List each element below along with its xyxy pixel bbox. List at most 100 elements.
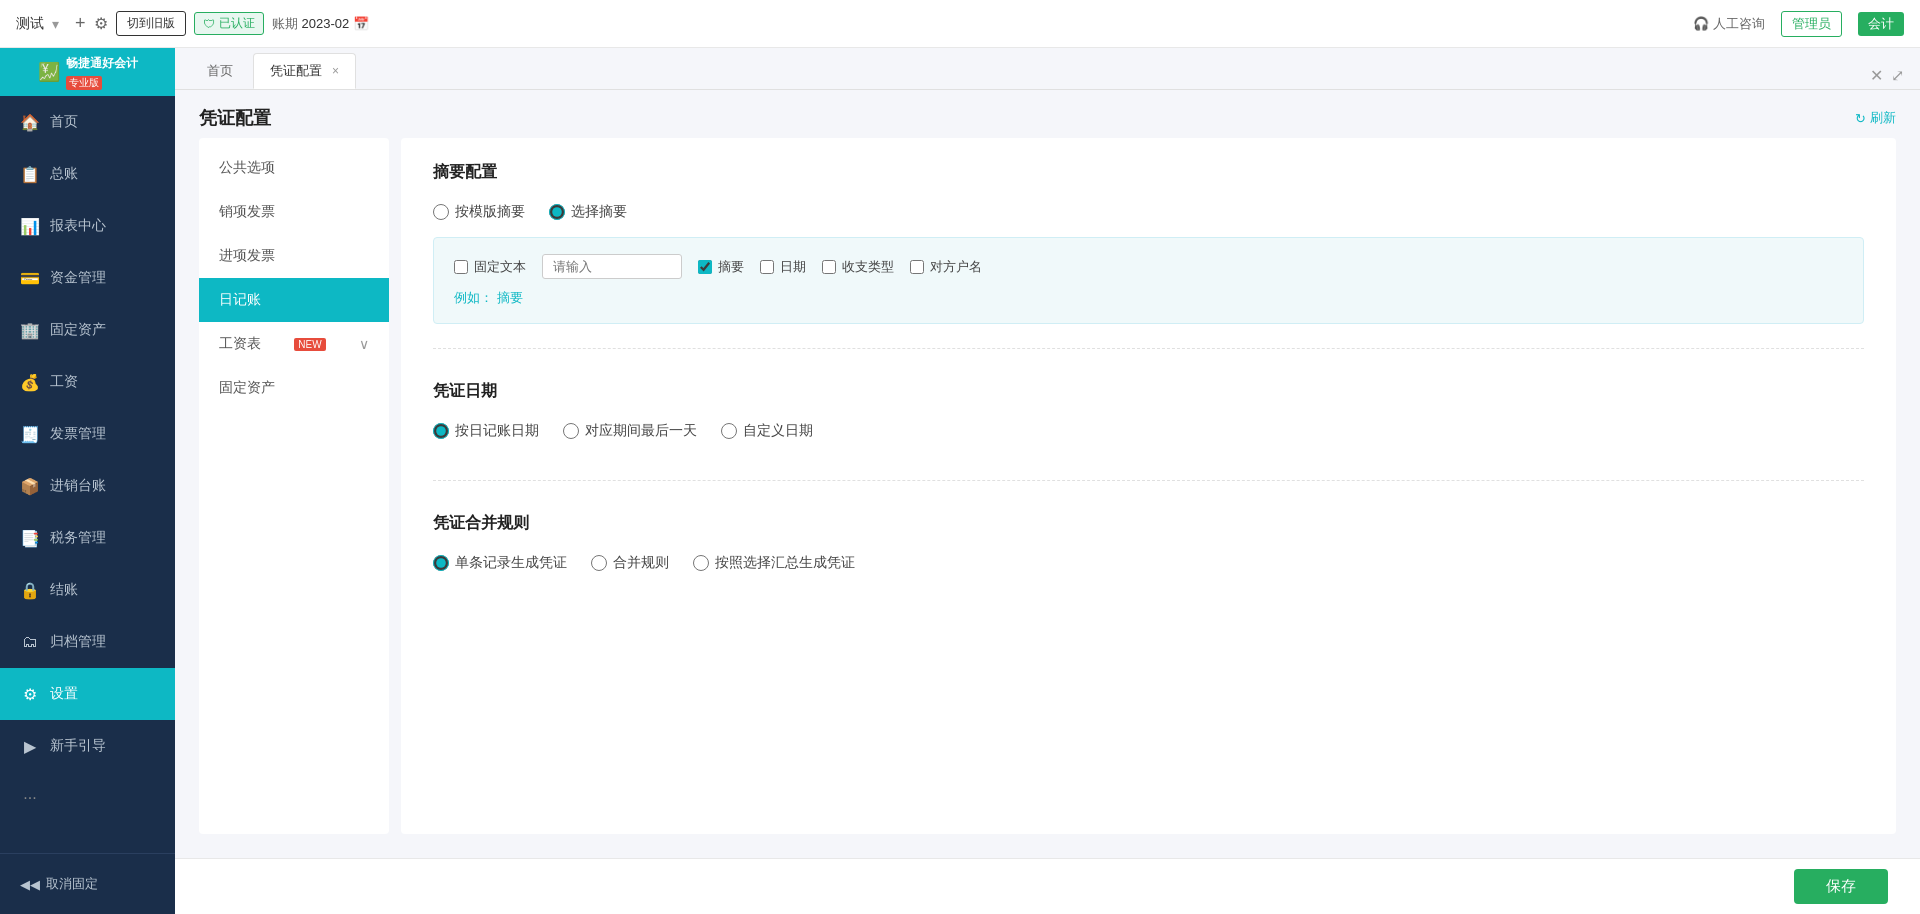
sidebar-bottom: ◀◀ 取消固定 [0, 853, 175, 914]
config-sidebar: 公共选项 销项发票 进项发票 日记账 工资表 NEW ∨ [199, 138, 389, 834]
tab-bar-right: ✕ ⤢ [1870, 66, 1904, 89]
sidebar-item-settlement[interactable]: 🔒 结账 [0, 564, 175, 616]
sidebar-item-archive[interactable]: 🗂 归档管理 [0, 616, 175, 668]
config-menu-journal[interactable]: 日记账 [199, 278, 389, 322]
sidebar-item-invoice-mgmt[interactable]: 🧾 发票管理 [0, 408, 175, 460]
sidebar-label-capital: 资金管理 [50, 269, 106, 287]
radio-custom-date-label[interactable]: 自定义日期 [721, 422, 813, 440]
settings-icon[interactable]: ⚙ [94, 14, 108, 33]
accountant-button[interactable]: 会计 [1858, 12, 1904, 36]
sidebar-item-home[interactable]: 🏠 首页 [0, 96, 175, 148]
tab-close-icon[interactable]: × [332, 64, 339, 78]
tax-icon: 📑 [20, 528, 40, 548]
checkbox-summary-label[interactable]: 摘要 [698, 258, 744, 276]
pay-type-label: 收支类型 [842, 258, 894, 276]
radio-period-last[interactable] [563, 423, 579, 439]
purchase-sale-icon: 📦 [20, 476, 40, 496]
top-bar-actions: + ⚙ 切到旧版 🛡 已认证 账期 2023-02 📅 [75, 11, 369, 36]
radio-single[interactable] [433, 555, 449, 571]
top-bar-right: 🎧 人工咨询 管理员 会计 [1693, 11, 1904, 37]
tab-home[interactable]: 首页 [191, 53, 249, 89]
radio-merge[interactable] [591, 555, 607, 571]
checkbox-date-label[interactable]: 日期 [760, 258, 806, 276]
checkbox-counterparty[interactable] [910, 260, 924, 274]
guide-icon: ▶ [20, 736, 40, 756]
radio-merge-text: 合并规则 [613, 554, 669, 572]
checkbox-pay-type[interactable] [822, 260, 836, 274]
config-main: 摘要配置 按模版摘要 选择摘要 [401, 138, 1896, 834]
window-expand-button[interactable]: ⤢ [1891, 66, 1904, 85]
checkbox-summary[interactable] [698, 260, 712, 274]
tab-bar: 首页 凭证配置 × ✕ ⤢ [175, 48, 1920, 90]
calendar-icon[interactable]: 📅 [353, 16, 369, 31]
config-menu-public[interactable]: 公共选项 [199, 146, 389, 190]
switch-old-button[interactable]: 切到旧版 [116, 11, 186, 36]
config-menu-payroll[interactable]: 工资表 NEW ∨ [199, 322, 389, 366]
date-label: 日期 [780, 258, 806, 276]
chevron-down-icon[interactable]: ▾ [52, 16, 59, 32]
tab-active-label: 凭证配置 [270, 62, 322, 80]
radio-merge-label[interactable]: 合并规则 [591, 554, 669, 572]
sidebar-label-settings: 设置 [50, 685, 78, 703]
logo-sub: 专业版 [66, 76, 102, 90]
radio-summary-gen-label[interactable]: 按照选择汇总生成凭证 [693, 554, 855, 572]
refresh-button[interactable]: ↻ 刷新 [1855, 109, 1896, 127]
sidebar-item-salary[interactable]: 💰 工资 [0, 356, 175, 408]
checkbox-date[interactable] [760, 260, 774, 274]
fixed-text-label: 固定文本 [474, 258, 526, 276]
manager-button[interactable]: 管理员 [1781, 11, 1842, 37]
checkbox-counterparty-label[interactable]: 对方户名 [910, 258, 982, 276]
sidebar-label-salary: 工资 [50, 373, 78, 391]
radio-journal-date-text: 按日记账日期 [455, 422, 539, 440]
radio-period-last-label[interactable]: 对应期间最后一天 [563, 422, 697, 440]
cancel-fixed-button[interactable]: ◀◀ 取消固定 [0, 864, 175, 904]
refresh-label: 刷新 [1870, 109, 1896, 127]
sidebar-label-tax: 税务管理 [50, 529, 106, 547]
sidebar-item-guide[interactable]: ▶ 新手引导 [0, 720, 175, 772]
sidebar-label-fixed-assets: 固定资产 [50, 321, 106, 339]
voucher-merge-section: 凭证合并规则 单条记录生成凭证 合并规则 [433, 513, 1864, 612]
top-bar: 测试 ▾ + ⚙ 切到旧版 🛡 已认证 账期 2023-02 📅 🎧 人工咨询 … [0, 0, 1920, 48]
radio-select-label[interactable]: 选择摘要 [549, 203, 627, 221]
checkbox-pay-type-label[interactable]: 收支类型 [822, 258, 894, 276]
radio-single-label[interactable]: 单条记录生成凭证 [433, 554, 567, 572]
radio-journal-date-label[interactable]: 按日记账日期 [433, 422, 539, 440]
radio-summary-gen[interactable] [693, 555, 709, 571]
config-menu-sale-invoice[interactable]: 销项发票 [199, 190, 389, 234]
config-menu-label-public: 公共选项 [219, 159, 275, 177]
checkbox-fixed-text[interactable] [454, 260, 468, 274]
add-icon[interactable]: + [75, 13, 86, 34]
sidebar-item-fixed-assets[interactable]: 🏢 固定资产 [0, 304, 175, 356]
summary-section-title: 摘要配置 [433, 162, 1864, 183]
voucher-merge-radio-group: 单条记录生成凭证 合并规则 按照选择汇总生成凭证 [433, 554, 1864, 572]
sidebar-item-ledger[interactable]: 📋 总账 [0, 148, 175, 200]
sidebar-item-extra[interactable]: ··· [0, 772, 175, 824]
tab-voucher-config[interactable]: 凭证配置 × [253, 53, 356, 89]
config-menu-fixed-assets[interactable]: 固定资产 [199, 366, 389, 410]
sidebar-item-purchase-sale[interactable]: 📦 进销台账 [0, 460, 175, 512]
consult-button[interactable]: 🎧 人工咨询 [1693, 15, 1765, 33]
company-name: 测试 [16, 15, 44, 33]
sidebar-logo: 💹 畅捷通好会计 专业版 [0, 48, 175, 96]
summary-radio-group: 按模版摘要 选择摘要 [433, 203, 1864, 221]
window-close-button[interactable]: ✕ [1870, 66, 1883, 85]
sidebar-item-report[interactable]: 📊 报表中心 [0, 200, 175, 252]
sidebar-item-tax[interactable]: 📑 税务管理 [0, 512, 175, 564]
radio-template-label[interactable]: 按模版摘要 [433, 203, 525, 221]
radio-template[interactable] [433, 204, 449, 220]
fixed-text-input[interactable] [542, 254, 682, 279]
radio-select[interactable] [549, 204, 565, 220]
settings-icon: ⚙ [20, 684, 40, 704]
config-menu-purchase-invoice[interactable]: 进项发票 [199, 234, 389, 278]
bottom-bar: 保存 [175, 858, 1920, 914]
save-button[interactable]: 保存 [1794, 869, 1888, 904]
sidebar-item-capital[interactable]: 💳 资金管理 [0, 252, 175, 304]
top-bar-left: 测试 ▾ + ⚙ 切到旧版 🛡 已认证 账期 2023-02 📅 [16, 11, 369, 36]
radio-custom-date[interactable] [721, 423, 737, 439]
radio-journal-date[interactable] [433, 423, 449, 439]
voucher-merge-title: 凭证合并规则 [433, 513, 1864, 534]
sidebar-item-settings[interactable]: ⚙ 设置 [0, 668, 175, 720]
payroll-chevron-icon: ∨ [359, 336, 369, 352]
checkbox-fixed-text-label[interactable]: 固定文本 [454, 258, 526, 276]
ledger-icon: 📋 [20, 164, 40, 184]
